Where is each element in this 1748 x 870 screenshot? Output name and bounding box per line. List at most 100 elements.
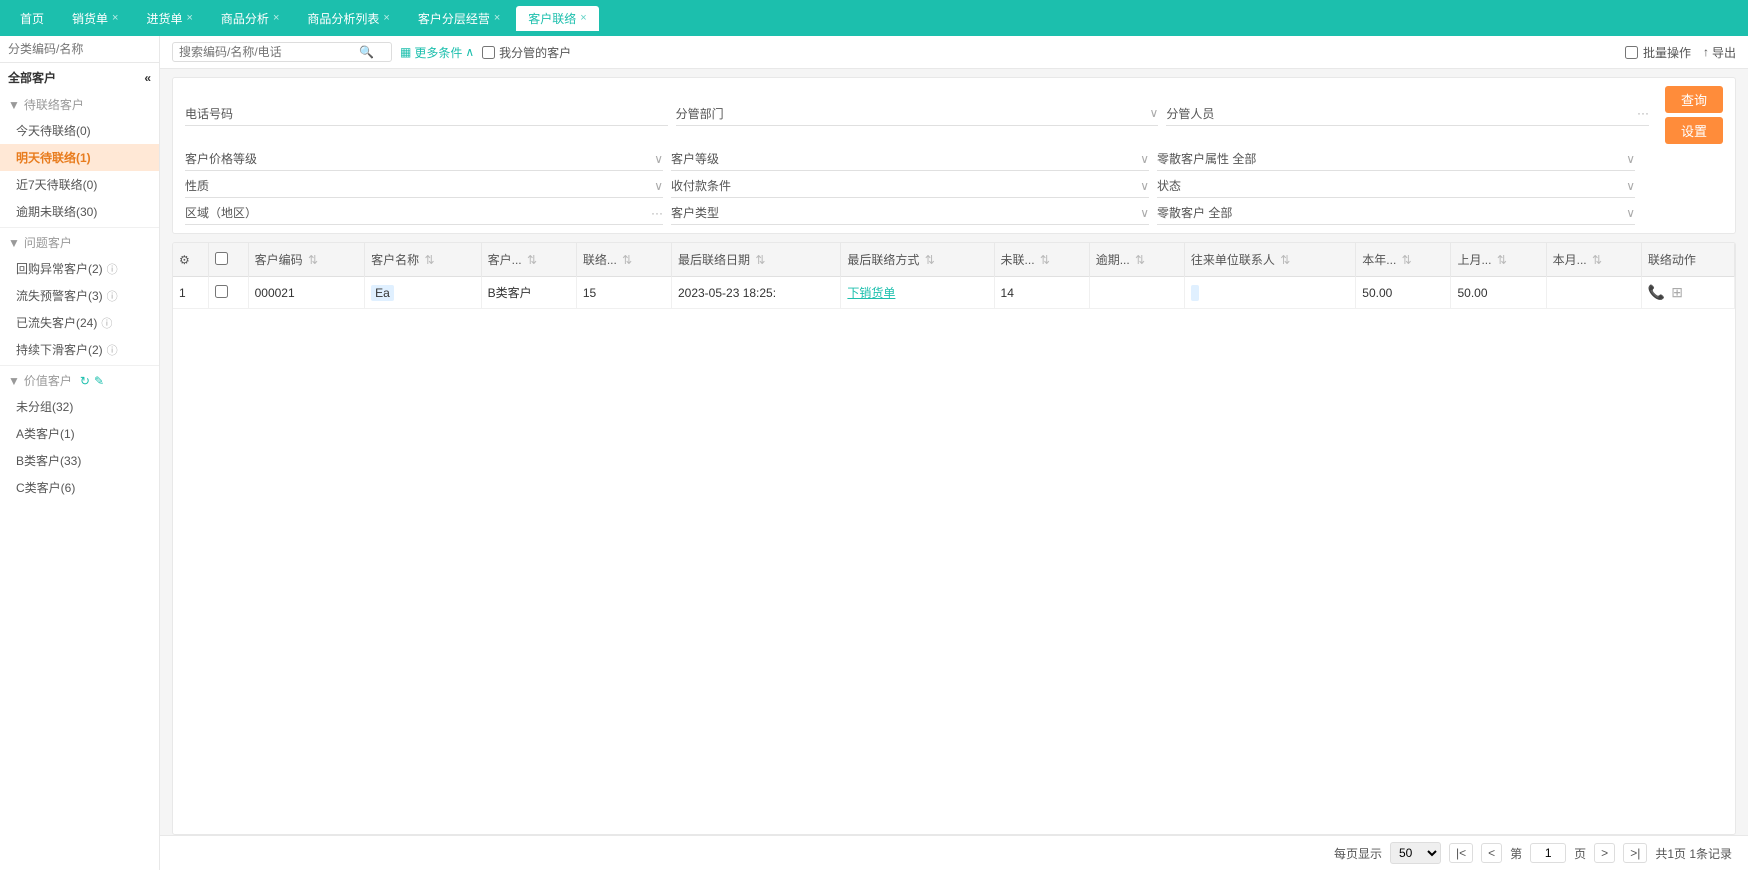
col-this-year[interactable]: 本年... ⇅ [1356, 243, 1451, 277]
sidebar-item-churn-warning-label: 流失预警客户(3) [16, 287, 103, 304]
sidebar-group-problem: ▼ 问题客户 [0, 230, 159, 255]
close-purchase-order-icon[interactable]: × [186, 12, 192, 24]
close-customer-contact-icon[interactable]: × [580, 12, 586, 24]
filter-status-arrow[interactable]: ∨ [1626, 179, 1635, 193]
col-last-way[interactable]: 最后联络方式 ⇅ [841, 243, 994, 277]
cell-checkbox[interactable] [208, 277, 248, 309]
nav-product-analysis[interactable]: 商品分析 × [209, 6, 291, 31]
filter-nature-arrow[interactable]: ∨ [654, 179, 663, 193]
col-type[interactable]: 客户... ⇅ [481, 243, 576, 277]
edit-icon[interactable]: ✎ [94, 374, 104, 388]
filter-customer-type-arrow[interactable]: ∨ [1140, 206, 1149, 220]
info-icon-4: ⓘ [107, 342, 118, 358]
cell-last-way[interactable]: 下销货单 [841, 277, 994, 309]
filter-row-2: 客户价格等级 ∨ 客户等级 ∨ 零散客户属性 全部 ∨ [185, 150, 1723, 171]
col-last-date[interactable]: 最后联络日期 ⇅ [671, 243, 840, 277]
sidebar-group-problem-label: 问题客户 [24, 234, 72, 251]
col-code[interactable]: 客户编码 ⇅ [248, 243, 365, 277]
sidebar-item-churn-warning[interactable]: 流失预警客户(3) ⓘ [0, 282, 159, 309]
filter-row-3: 性质 ∨ 收付款条件 ∨ 状态 ∨ [185, 177, 1723, 198]
sidebar-item-churned[interactable]: 已流失客户(24) ⓘ [0, 309, 159, 336]
main-search-input[interactable] [179, 45, 359, 59]
nav-purchase-order[interactable]: 进货单 × [134, 6, 204, 31]
cell-no-contact: 14 [994, 277, 1089, 309]
collapse-icon[interactable]: « [144, 71, 151, 85]
bulk-action-button[interactable]: 批量操作 [1625, 44, 1691, 61]
sidebar-item-tomorrow[interactable]: 明天待联络(1) [0, 144, 159, 171]
bulk-checkbox[interactable] [1625, 46, 1638, 59]
sidebar-item-b-class[interactable]: B类客户(33) [0, 447, 159, 474]
sidebar-item-a-class[interactable]: A类客户(1) [0, 420, 159, 447]
first-page-button[interactable]: |< [1449, 843, 1473, 863]
col-no-contact[interactable]: 未联... ⇅ [994, 243, 1089, 277]
page-size-select[interactable]: 50 100 200 [1390, 842, 1441, 864]
col-last-month[interactable]: 上月... ⇅ [1451, 243, 1546, 277]
sidebar-item-overdue-label: 逾期未联络(30) [16, 203, 97, 220]
my-customers-wrap: 我分管的客户 [482, 44, 571, 61]
sort-code-icon: ⇅ [308, 253, 318, 267]
main-search-icon[interactable]: 🔍 [359, 45, 374, 59]
col-settings[interactable]: ⚙ [173, 243, 208, 277]
prev-page-button[interactable]: < [1481, 843, 1502, 863]
sort-this-year-icon: ⇅ [1402, 253, 1412, 267]
more-filter-button[interactable]: ▦ 更多条件 ∧ [400, 44, 474, 61]
info-icon-3: ⓘ [101, 315, 112, 331]
refresh-icon[interactable]: ↻ [80, 374, 90, 388]
filter-customer-level: 客户等级 ∨ [671, 150, 1149, 171]
sidebar-item-today[interactable]: 今天待联络(0) [0, 117, 159, 144]
filter-dept-arrow[interactable]: ∨ [1150, 106, 1159, 120]
nav-product-analysis-list[interactable]: 商品分析列表 × [295, 6, 401, 31]
filter-person: 分管人员 ··· [1166, 105, 1649, 126]
my-customers-checkbox[interactable] [482, 46, 495, 59]
next-page-button[interactable]: > [1594, 843, 1615, 863]
filter-phone-input[interactable] [251, 106, 668, 120]
cell-overdue [1089, 277, 1184, 309]
filter-customer-level-arrow[interactable]: ∨ [1140, 152, 1149, 166]
all-customers-header[interactable]: 全部客户 « [0, 63, 159, 92]
page-input[interactable] [1530, 843, 1566, 863]
total-label: 共1页 1条记录 [1655, 845, 1732, 862]
filter-payment-arrow[interactable]: ∨ [1140, 179, 1149, 193]
grid-action-icon[interactable]: ⊞ [1671, 284, 1683, 301]
sort-this-month-icon: ⇅ [1592, 253, 1602, 267]
sort-last-month-icon: ⇅ [1497, 253, 1507, 267]
col-contact-person[interactable]: 往来单位联系人 ⇅ [1184, 243, 1355, 277]
col-name[interactable]: 客户名称 ⇅ [365, 243, 482, 277]
nav-home[interactable]: 首页 [8, 6, 56, 31]
filter-retail-attr-arrow[interactable]: ∨ [1626, 152, 1635, 166]
col-action: 联络动作 [1641, 243, 1734, 277]
col-contact-count[interactable]: 联络... ⇅ [576, 243, 671, 277]
col-checkbox[interactable] [208, 243, 248, 277]
sidebar-item-7days-label: 近7天待联络(0) [16, 176, 97, 193]
row-checkbox[interactable] [215, 285, 228, 298]
sidebar-item-ungrouped[interactable]: 未分组(32) [0, 393, 159, 420]
export-button[interactable]: ↑ 导出 [1703, 44, 1736, 61]
close-product-analysis-list-icon[interactable]: × [383, 12, 389, 24]
query-button[interactable]: 查询 [1665, 86, 1723, 113]
filter-retail-customer-arrow[interactable]: ∨ [1626, 206, 1635, 220]
filter-region-dots[interactable]: ··· [651, 206, 663, 220]
col-this-month[interactable]: 本月... ⇅ [1546, 243, 1641, 277]
set-button[interactable]: 设置 [1665, 117, 1723, 144]
filter-dept-label: 分管部门 [676, 105, 736, 122]
last-page-button[interactable]: >| [1623, 843, 1647, 863]
close-product-analysis-icon[interactable]: × [273, 12, 279, 24]
phone-action-icon[interactable]: 📞 [1648, 284, 1665, 301]
filter-retail-attr-label: 零散客户属性 全部 [1157, 150, 1256, 167]
nav-customer-segmentation[interactable]: 客户分层经营 × [406, 6, 512, 31]
sidebar-item-overdue[interactable]: 逾期未联络(30) [0, 198, 159, 225]
select-all-checkbox[interactable] [215, 252, 228, 265]
nav-sales-order[interactable]: 销货单 × [60, 6, 130, 31]
sidebar-item-c-class[interactable]: C类客户(6) [0, 474, 159, 501]
filter-price-level-arrow[interactable]: ∨ [654, 152, 663, 166]
col-overdue[interactable]: 逾期... ⇅ [1089, 243, 1184, 277]
filter-person-dots[interactable]: ··· [1637, 106, 1649, 120]
sidebar-item-declining[interactable]: 持续下滑客户(2) ⓘ [0, 336, 159, 363]
close-customer-segmentation-icon[interactable]: × [494, 12, 500, 24]
sidebar-item-7days[interactable]: 近7天待联络(0) [0, 171, 159, 198]
page-end-label: 页 [1574, 845, 1586, 862]
sidebar-search-input[interactable] [8, 42, 160, 56]
nav-customer-contact[interactable]: 客户联络 × [516, 6, 598, 31]
close-sales-order-icon[interactable]: × [112, 12, 118, 24]
sidebar-item-repurchase-anomaly[interactable]: 回购异常客户(2) ⓘ [0, 255, 159, 282]
